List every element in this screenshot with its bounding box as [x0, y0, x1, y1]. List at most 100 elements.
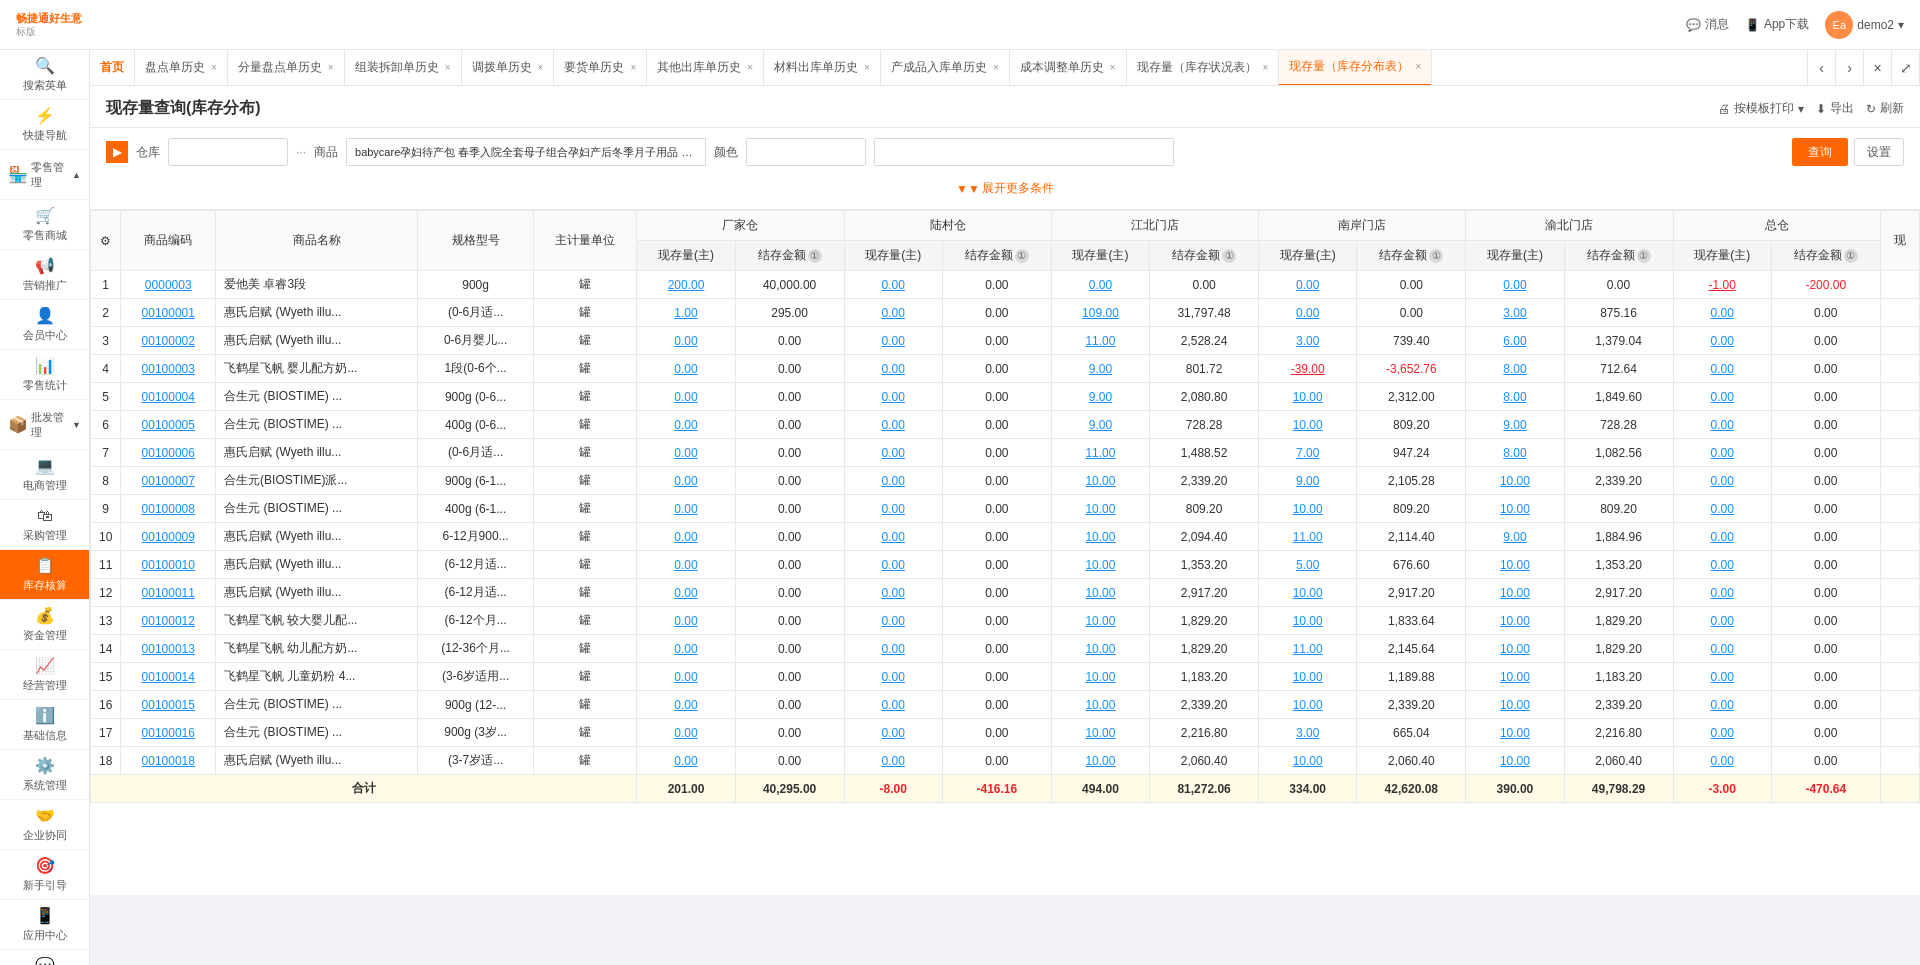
cell-code[interactable]: 00100003 — [121, 355, 216, 383]
cell-factory-qty[interactable]: 1.00 — [637, 299, 735, 327]
tab-close-icon[interactable]: × — [1263, 62, 1269, 73]
warehouse-dots[interactable]: ··· — [296, 145, 306, 159]
cell-nanan-qty[interactable]: 10.00 — [1259, 663, 1357, 691]
cell-yubei-qty[interactable]: 10.00 — [1466, 747, 1564, 775]
cell-jiangbei-qty[interactable]: 10.00 — [1051, 635, 1149, 663]
cell-yubei-qty[interactable]: 10.00 — [1466, 663, 1564, 691]
cell-total-qty[interactable]: 0.00 — [1673, 355, 1771, 383]
product-input[interactable]: babycare孕妇待产包 春季入院全套母子组合孕妇产后冬季月子用品 22件套 … — [346, 138, 706, 166]
cell-factory-qty[interactable]: 0.00 — [637, 467, 735, 495]
cell-lucun-qty[interactable]: 0.00 — [844, 635, 942, 663]
cell-lucun-qty[interactable]: 0.00 — [844, 719, 942, 747]
tab-close-icon[interactable]: × — [445, 62, 451, 73]
cell-lucun-qty[interactable]: 0.00 — [844, 383, 942, 411]
cell-total-qty[interactable]: 0.00 — [1673, 327, 1771, 355]
tab-close-icon[interactable]: × — [747, 62, 753, 73]
cell-factory-qty[interactable]: 0.00 — [637, 355, 735, 383]
cell-jiangbei-qty[interactable]: 10.00 — [1051, 747, 1149, 775]
cell-jiangbei-qty[interactable]: 0.00 — [1051, 271, 1149, 299]
cell-code[interactable]: 00100004 — [121, 383, 216, 411]
cell-code[interactable]: 00100016 — [121, 719, 216, 747]
cell-nanan-qty[interactable]: 11.00 — [1259, 523, 1357, 551]
cell-total-qty[interactable]: 0.00 — [1673, 523, 1771, 551]
cell-lucun-qty[interactable]: 0.00 — [844, 299, 942, 327]
cell-factory-qty[interactable]: 0.00 — [637, 719, 735, 747]
tab-close-icon[interactable]: × — [864, 62, 870, 73]
cell-lucun-qty[interactable]: 0.00 — [844, 579, 942, 607]
cell-factory-qty[interactable]: 0.00 — [637, 635, 735, 663]
cell-total-qty[interactable]: 0.00 — [1673, 607, 1771, 635]
print-btn[interactable]: 🖨 按模板打印 ▾ — [1718, 100, 1804, 117]
sidebar-item-inventory[interactable]: 📋 库存核算 — [0, 550, 89, 600]
cell-total-qty[interactable]: 0.00 — [1673, 467, 1771, 495]
cell-yubei-qty[interactable]: 10.00 — [1466, 607, 1564, 635]
tab-stock-dist[interactable]: 现存量（库存分布表） × — [1279, 50, 1432, 86]
cell-code[interactable]: 00100006 — [121, 439, 216, 467]
cell-code[interactable]: 00100002 — [121, 327, 216, 355]
cell-factory-qty[interactable]: 0.00 — [637, 551, 735, 579]
tab-close-icon[interactable]: × — [538, 62, 544, 73]
cell-jiangbei-qty[interactable]: 10.00 — [1051, 691, 1149, 719]
cell-yubei-qty[interactable]: 10.00 — [1466, 635, 1564, 663]
settings-btn[interactable]: 设置 — [1854, 138, 1904, 166]
sidebar-item-appstore[interactable]: 📱 应用中心 — [0, 900, 89, 950]
sidebar-item-quicknav[interactable]: ⚡ 快捷导航 — [0, 100, 89, 150]
cell-factory-qty[interactable]: 0.00 — [637, 439, 735, 467]
cell-nanan-qty[interactable]: 5.00 — [1259, 551, 1357, 579]
sidebar-item-basic-info[interactable]: ℹ️ 基础信息 — [0, 700, 89, 750]
table-settings-header[interactable]: ⚙ — [91, 211, 121, 271]
tab-split-inventory[interactable]: 分量盘点单历史 × — [228, 50, 345, 86]
sidebar-item-retail-stats[interactable]: 📊 零售统计 — [0, 350, 89, 400]
cell-code[interactable]: 00100014 — [121, 663, 216, 691]
tab-finished-in[interactable]: 产成品入库单历史 × — [881, 50, 1010, 86]
cell-yubei-qty[interactable]: 10.00 — [1466, 691, 1564, 719]
cell-yubei-qty[interactable]: 9.00 — [1466, 523, 1564, 551]
cell-factory-qty[interactable]: 0.00 — [637, 663, 735, 691]
cell-nanan-qty[interactable]: 10.00 — [1259, 607, 1357, 635]
sidebar-item-marketing[interactable]: 📢 营销推广 — [0, 250, 89, 300]
tab-material-out[interactable]: 材料出库单历史 × — [764, 50, 881, 86]
cell-code[interactable]: 00100013 — [121, 635, 216, 663]
tab-assembly[interactable]: 组装拆卸单历史 × — [345, 50, 462, 86]
cell-total-qty[interactable]: 0.00 — [1673, 635, 1771, 663]
sidebar-item-retail-mgmt[interactable]: 🏪 零售管理 ▲ — [0, 150, 89, 200]
export-btn[interactable]: ⬇ 导出 — [1816, 100, 1854, 117]
tab-close-icon[interactable]: × — [328, 62, 334, 73]
cell-factory-qty[interactable]: 0.00 — [637, 607, 735, 635]
tab-inventory-history[interactable]: 盘点单历史 × — [135, 50, 228, 86]
cell-lucun-qty[interactable]: 0.00 — [844, 439, 942, 467]
user-menu[interactable]: Ea demo2 ▾ — [1825, 11, 1904, 39]
cell-lucun-qty[interactable]: 0.00 — [844, 523, 942, 551]
cell-factory-qty[interactable]: 0.00 — [637, 495, 735, 523]
cell-nanan-qty[interactable]: 3.00 — [1259, 327, 1357, 355]
color-input[interactable] — [746, 138, 866, 166]
sidebar-item-collab[interactable]: 🤝 企业协同 — [0, 800, 89, 850]
cell-yubei-qty[interactable]: 10.00 — [1466, 551, 1564, 579]
cell-nanan-qty[interactable]: 9.00 — [1259, 467, 1357, 495]
tab-close-all-btn[interactable]: × — [1864, 50, 1892, 86]
cell-jiangbei-qty[interactable]: 10.00 — [1051, 579, 1149, 607]
cell-factory-qty[interactable]: 0.00 — [637, 411, 735, 439]
cell-yubei-qty[interactable]: 8.00 — [1466, 383, 1564, 411]
tab-other-out[interactable]: 其他出库单历史 × — [647, 50, 764, 86]
cell-lucun-qty[interactable]: 0.00 — [844, 467, 942, 495]
tab-next-btn[interactable]: › — [1836, 50, 1864, 86]
cell-code[interactable]: 00100001 — [121, 299, 216, 327]
cell-jiangbei-qty[interactable]: 109.00 — [1051, 299, 1149, 327]
cell-factory-qty[interactable]: 0.00 — [637, 327, 735, 355]
search-btn[interactable]: 查询 — [1792, 138, 1848, 166]
cell-total-qty[interactable]: 0.00 — [1673, 299, 1771, 327]
cell-total-qty[interactable]: 0.00 — [1673, 551, 1771, 579]
tab-close-icon[interactable]: × — [630, 62, 636, 73]
cell-code[interactable]: 00100007 — [121, 467, 216, 495]
cell-nanan-qty[interactable]: 10.00 — [1259, 691, 1357, 719]
cell-factory-qty[interactable]: 0.00 — [637, 383, 735, 411]
cell-jiangbei-qty[interactable]: 9.00 — [1051, 383, 1149, 411]
cell-jiangbei-qty[interactable]: 9.00 — [1051, 355, 1149, 383]
cell-nanan-qty[interactable]: 10.00 — [1259, 495, 1357, 523]
app-download-btn[interactable]: 📱 App下载 — [1745, 16, 1809, 33]
tab-stock-status[interactable]: 现存量（库存状况表） × — [1127, 50, 1280, 86]
cell-yubei-qty[interactable]: 10.00 — [1466, 579, 1564, 607]
cell-total-qty[interactable]: 0.00 — [1673, 495, 1771, 523]
cell-nanan-qty[interactable]: 11.00 — [1259, 635, 1357, 663]
